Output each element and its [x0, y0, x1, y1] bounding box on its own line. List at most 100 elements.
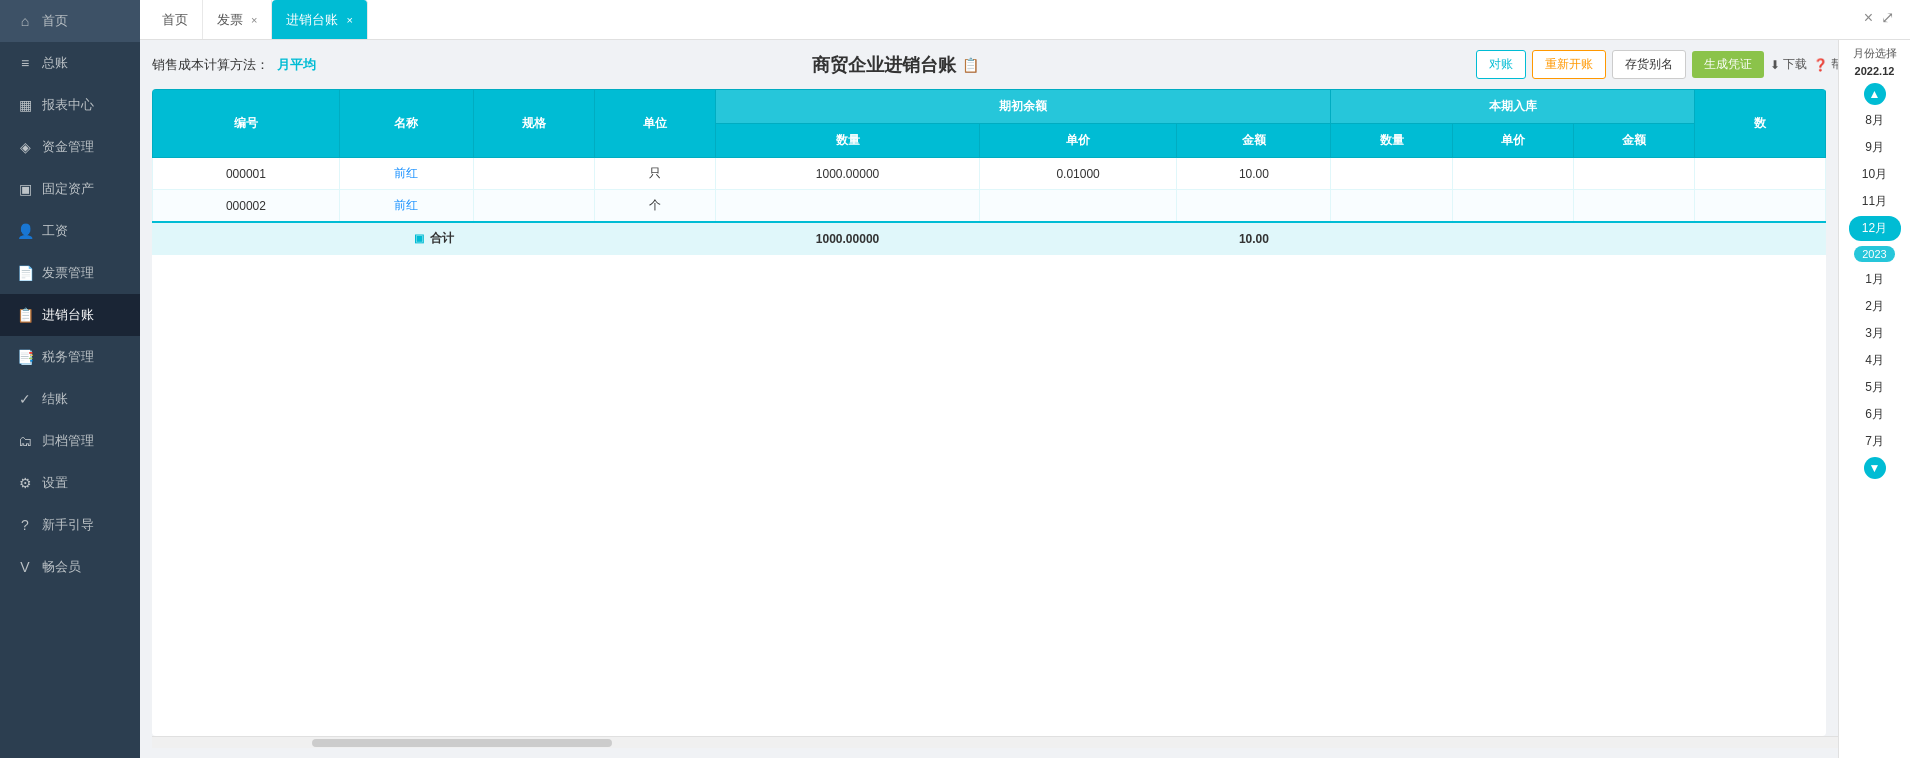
row1-spec	[474, 158, 595, 190]
row2-qi-price	[979, 190, 1177, 223]
page-title-text: 商贸企业进销台账	[812, 53, 956, 77]
page-title: 商贸企业进销台账 📋	[812, 53, 979, 77]
window-controls: × ⤢	[1864, 8, 1894, 27]
sidebar-item-closing[interactable]: ✓ 结账	[0, 378, 140, 420]
sidebar-item-wages[interactable]: 👤 工资	[0, 210, 140, 252]
sidebar-item-home[interactable]: ⌂ 首页	[0, 0, 140, 42]
reconcile-button[interactable]: 对账	[1476, 50, 1526, 79]
month-item-8[interactable]: 8月	[1849, 108, 1899, 133]
row2-rk-price	[1452, 190, 1573, 223]
tab-jxtz-close[interactable]: ×	[346, 14, 352, 26]
row1-name: 前红	[339, 158, 473, 190]
sidebar-item-vip[interactable]: V 畅会员	[0, 546, 140, 588]
total-rk-price	[1452, 222, 1573, 255]
page-title-icon[interactable]: 📋	[962, 57, 979, 73]
row1-unit: 只	[595, 158, 716, 190]
generate-voucher-button[interactable]: 生成凭证	[1692, 51, 1764, 78]
sidebar-item-label: 进销台账	[42, 306, 94, 324]
sidebar-item-jxtz[interactable]: 📋 进销台账	[0, 294, 140, 336]
invoice-icon: 📄	[16, 265, 34, 281]
sidebar-item-label: 畅会员	[42, 558, 81, 576]
col-name-header: 名称	[339, 90, 473, 158]
sidebar-item-label: 新手引导	[42, 516, 94, 534]
main-table: 编号 名称 规格 单位 期初余额 本期入库 数 数量 单价 金额 数	[152, 89, 1826, 255]
assets-icon: ▣	[16, 181, 34, 197]
tab-jxtz-label: 进销台账	[286, 11, 338, 29]
table-row: 000002 前红 个	[153, 190, 1826, 223]
sidebar-item-label: 报表中心	[42, 96, 94, 114]
ruku-amount-header: 金额	[1573, 124, 1694, 158]
jxtz-icon: 📋	[16, 307, 34, 323]
horizontal-scrollbar[interactable]	[152, 736, 1898, 748]
tax-icon: 📑	[16, 349, 34, 365]
tab-invoice-close[interactable]: ×	[251, 14, 257, 26]
sidebar-item-report[interactable]: ▦ 报表中心	[0, 84, 140, 126]
total-rk-qty	[1331, 222, 1452, 255]
sidebar-item-label: 总账	[42, 54, 68, 72]
settings-icon: ⚙	[16, 475, 34, 491]
row2-qi-qty	[716, 190, 979, 223]
tab-home[interactable]: 首页	[148, 0, 203, 39]
save-alias-button[interactable]: 存货别名	[1612, 50, 1686, 79]
month-item-4[interactable]: 4月	[1849, 348, 1899, 373]
row1-qi-qty: 1000.00000	[716, 158, 979, 190]
sidebar-item-settings[interactable]: ⚙ 设置	[0, 462, 140, 504]
cost-method: 销售成本计算方法： 月平均	[152, 56, 316, 74]
newbie-icon: ?	[16, 517, 34, 533]
table-row: 000001 前红 只 1000.00000 0.01000 10.00	[153, 158, 1826, 190]
row2-rk-amount	[1573, 190, 1694, 223]
month-item-5[interactable]: 5月	[1849, 375, 1899, 400]
download-icon: ⬇	[1770, 58, 1780, 72]
sidebar-item-label: 工资	[42, 222, 68, 240]
month-item-1[interactable]: 1月	[1849, 267, 1899, 292]
sidebar-item-assets[interactable]: ▣ 固定资产	[0, 168, 140, 210]
row2-rk-qty	[1331, 190, 1452, 223]
row2-qi-amount	[1177, 190, 1331, 223]
group-qichu-header: 期初余额	[716, 90, 1331, 124]
sidebar-item-label: 固定资产	[42, 180, 94, 198]
sidebar-item-funds[interactable]: ◈ 资金管理	[0, 126, 140, 168]
main-area: 首页 发票 × 进销台账 × 销售成本计算方法： 月平均 商贸企业进销台账 📋 …	[140, 0, 1910, 758]
month-item-6[interactable]: 6月	[1849, 402, 1899, 427]
toolbar: 对账 重新开账 存货别名 生成凭证 ⬇ 下载 ❓ 帮助 ↻ 刷新	[1476, 50, 1898, 79]
month-item-9[interactable]: 9月	[1849, 135, 1899, 160]
month-item-12[interactable]: 12月	[1849, 216, 1899, 241]
total-qi-amount: 10.00	[1177, 222, 1331, 255]
month-item-10[interactable]: 10月	[1849, 162, 1899, 187]
tab-bar: 首页 发票 × 进销台账 ×	[140, 0, 1910, 40]
window-maximize-button[interactable]: ⤢	[1881, 8, 1894, 27]
sidebar-item-archive[interactable]: 🗂 归档管理	[0, 420, 140, 462]
row2-id: 000002	[153, 190, 340, 223]
row2-name: 前红	[339, 190, 473, 223]
col-last-header: 数	[1694, 90, 1825, 158]
sidebar-item-ledger[interactable]: ≡ 总账	[0, 42, 140, 84]
row2-unit: 个	[595, 190, 716, 223]
month-item-7[interactable]: 7月	[1849, 429, 1899, 454]
download-button[interactable]: ⬇ 下载	[1770, 56, 1807, 73]
sidebar-item-tax[interactable]: 📑 税务管理	[0, 336, 140, 378]
sidebar-item-invoice[interactable]: 📄 发票管理	[0, 252, 140, 294]
total-qi-price	[979, 222, 1177, 255]
qichu-price-header: 单价	[979, 124, 1177, 158]
total-rk-amount	[1573, 222, 1694, 255]
reopen-button[interactable]: 重新开账	[1532, 50, 1606, 79]
sidebar-item-newbie[interactable]: ? 新手引导	[0, 504, 140, 546]
col-unit-header: 单位	[595, 90, 716, 158]
window-close-button[interactable]: ×	[1864, 8, 1873, 27]
top-row: 销售成本计算方法： 月平均 商贸企业进销台账 📋 对账 重新开账 存货别名 生成…	[152, 50, 1898, 79]
month-item-3[interactable]: 3月	[1849, 321, 1899, 346]
tab-invoice[interactable]: 发票 ×	[203, 0, 272, 39]
total-qi-qty: 1000.00000	[716, 222, 979, 255]
month-nav-up[interactable]: ▲	[1864, 89, 1886, 105]
row1-rk-price	[1452, 158, 1573, 190]
vip-icon: V	[16, 559, 34, 575]
tab-jxtz[interactable]: 进销台账 ×	[272, 0, 367, 39]
archive-icon: 🗂	[16, 433, 34, 449]
month-item-11[interactable]: 11月	[1849, 189, 1899, 214]
month-nav-down[interactable]: ▼	[1864, 457, 1886, 479]
month-picker-panel: 月份选择 2022.12 ▲ 8月 9月 10月 11月 12月 2023 1月…	[1838, 89, 1898, 736]
month-item-2[interactable]: 2月	[1849, 294, 1899, 319]
ruku-price-header: 单价	[1452, 124, 1573, 158]
total-label: ▣ 合计	[153, 222, 716, 255]
home-icon: ⌂	[16, 13, 34, 29]
